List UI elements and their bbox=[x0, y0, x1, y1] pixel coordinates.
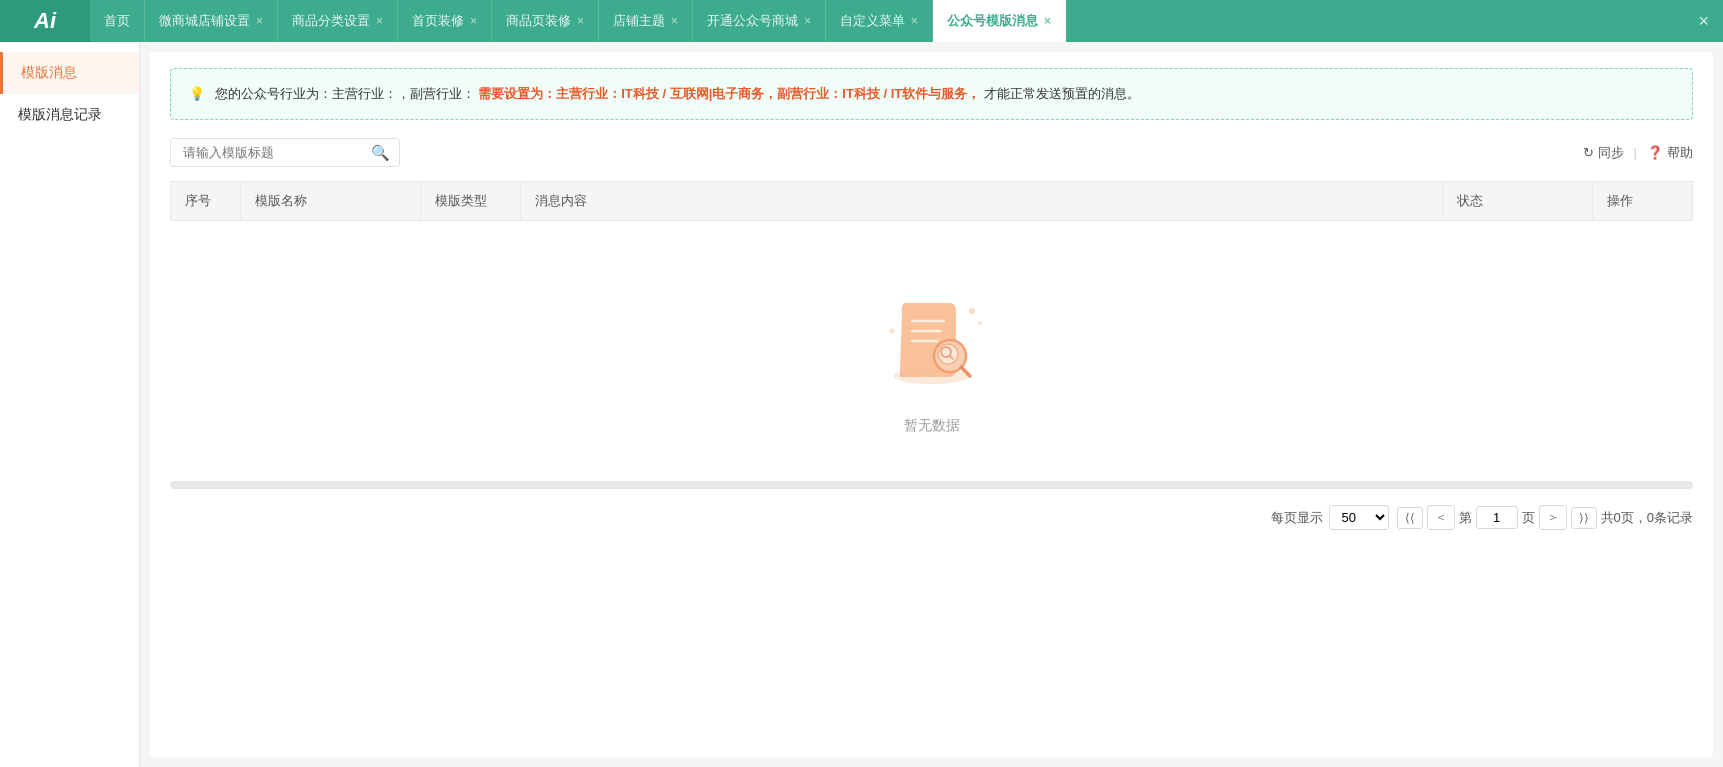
notice-box: 💡 您的公众号行业为：主营行业：，副营行业： 需要设置为：主营行业：IT科技 /… bbox=[170, 68, 1693, 120]
col-header-name: 模版名称 bbox=[241, 182, 421, 221]
empty-row: 暂无数据 bbox=[171, 221, 1693, 476]
help-button[interactable]: ❓ 帮助 bbox=[1647, 144, 1693, 162]
page-size-label: 每页显示 bbox=[1271, 509, 1323, 527]
close-tab-custom-menu[interactable]: × bbox=[911, 15, 918, 27]
notice-suffix: 才能正常发送预置的消息。 bbox=[984, 86, 1140, 101]
close-tab-home-decoration[interactable]: × bbox=[470, 15, 477, 27]
page-next-button[interactable]: ＞ bbox=[1539, 505, 1567, 530]
logo: Ai bbox=[0, 0, 90, 42]
nav-tab-store-theme[interactable]: 店铺主题× bbox=[599, 0, 693, 42]
page-prev-button[interactable]: ＜ bbox=[1427, 505, 1455, 530]
svg-point-11 bbox=[889, 329, 894, 334]
search-actions: ↻ 同步 | ❓ 帮助 bbox=[1583, 144, 1693, 162]
page-label-post: 页 bbox=[1522, 509, 1535, 527]
nav-tab-home[interactable]: 首页 bbox=[90, 0, 145, 42]
empty-illustration bbox=[872, 281, 992, 401]
nav-tabs-container: 首页微商城店铺设置×商品分类设置×首页装修×商品页装修×店铺主题×开通公众号商城… bbox=[90, 0, 1684, 42]
nav-tab-product-decoration[interactable]: 商品页装修× bbox=[492, 0, 599, 42]
close-tab-template-msg[interactable]: × bbox=[1044, 15, 1051, 27]
page-label-pre: 第 bbox=[1459, 509, 1472, 527]
scrollbar-track[interactable] bbox=[170, 481, 1693, 489]
empty-text: 暂无数据 bbox=[171, 417, 1693, 435]
sidebar: 模版消息模版消息记录 bbox=[0, 42, 140, 767]
pagination-bar: 每页显示 102050100 ⟨⟨ ＜ 第 页 ＞ ⟩⟩ 共0页，0条记录 bbox=[170, 505, 1693, 540]
sync-button[interactable]: ↻ 同步 bbox=[1583, 144, 1624, 162]
col-header-content: 消息内容 bbox=[521, 182, 1443, 221]
search-bar: 🔍 ↻ 同步 | ❓ 帮助 bbox=[170, 138, 1693, 167]
sync-icon: ↻ bbox=[1583, 145, 1594, 160]
nav-tab-custom-menu[interactable]: 自定义菜单× bbox=[826, 0, 933, 42]
divider: | bbox=[1634, 145, 1637, 160]
col-header-no: 序号 bbox=[171, 182, 241, 221]
data-table: 序号模版名称模版类型消息内容状态操作 bbox=[170, 181, 1693, 475]
page-navigation: ⟨⟨ ＜ 第 页 ＞ ⟩⟩ 共0页，0条记录 bbox=[1397, 505, 1693, 530]
close-tab-product-decoration[interactable]: × bbox=[577, 15, 584, 27]
close-tab-product-category[interactable]: × bbox=[376, 15, 383, 27]
col-header-status: 状态 bbox=[1443, 182, 1593, 221]
nav-tab-shop-settings[interactable]: 微商城店铺设置× bbox=[145, 0, 278, 42]
page-size-dropdown[interactable]: 102050100 bbox=[1329, 505, 1389, 530]
close-tab-shop-settings[interactable]: × bbox=[256, 15, 263, 27]
page-summary: 共0页，0条记录 bbox=[1601, 509, 1693, 527]
nav-tab-product-category[interactable]: 商品分类设置× bbox=[278, 0, 398, 42]
table-header: 序号模版名称模版类型消息内容状态操作 bbox=[171, 182, 1693, 221]
help-icon: ❓ bbox=[1647, 145, 1663, 160]
col-header-action: 操作 bbox=[1593, 182, 1693, 221]
sidebar-item-template-message[interactable]: 模版消息 bbox=[0, 52, 139, 94]
search-input-wrap: 🔍 bbox=[170, 138, 400, 167]
notice-icon: 💡 bbox=[189, 86, 205, 101]
page-last-button[interactable]: ⟩⟩ bbox=[1571, 507, 1597, 529]
global-close-button[interactable]: × bbox=[1684, 11, 1723, 32]
nav-tab-template-msg[interactable]: 公众号模版消息× bbox=[933, 0, 1066, 42]
page-size-select: 每页显示 102050100 bbox=[1271, 505, 1389, 530]
empty-state: 暂无数据 bbox=[171, 221, 1693, 475]
table-body: 暂无数据 bbox=[171, 221, 1693, 476]
notice-highlight: 需要设置为：主营行业：IT科技 / 互联网|电子商务，副营行业：IT科技 / I… bbox=[478, 86, 980, 101]
svg-point-10 bbox=[978, 321, 982, 325]
close-tab-open-mall[interactable]: × bbox=[804, 15, 811, 27]
header-row: 序号模版名称模版类型消息内容状态操作 bbox=[171, 182, 1693, 221]
nav-tab-home-decoration[interactable]: 首页装修× bbox=[398, 0, 492, 42]
help-label: 帮助 bbox=[1667, 144, 1693, 162]
main-layout: 模版消息模版消息记录 💡 您的公众号行业为：主营行业：，副营行业： 需要设置为：… bbox=[0, 42, 1723, 767]
sync-label: 同步 bbox=[1598, 144, 1624, 162]
nav-tab-open-mall[interactable]: 开通公众号商城× bbox=[693, 0, 826, 42]
search-input[interactable] bbox=[170, 138, 400, 167]
logo-text: Ai bbox=[34, 8, 56, 34]
sidebar-item-template-message-log[interactable]: 模版消息记录 bbox=[0, 94, 139, 136]
close-tab-store-theme[interactable]: × bbox=[671, 15, 678, 27]
content-area: 💡 您的公众号行业为：主营行业：，副营行业： 需要设置为：主营行业：IT科技 /… bbox=[150, 52, 1713, 757]
col-header-type: 模版类型 bbox=[421, 182, 521, 221]
search-icon[interactable]: 🔍 bbox=[371, 144, 390, 162]
page-number-input[interactable] bbox=[1476, 506, 1518, 529]
svg-point-9 bbox=[969, 308, 975, 314]
notice-prefix: 您的公众号行业为：主营行业：，副营行业： bbox=[215, 86, 475, 101]
page-first-button[interactable]: ⟨⟨ bbox=[1397, 507, 1423, 529]
top-navigation: Ai 首页微商城店铺设置×商品分类设置×首页装修×商品页装修×店铺主题×开通公众… bbox=[0, 0, 1723, 42]
